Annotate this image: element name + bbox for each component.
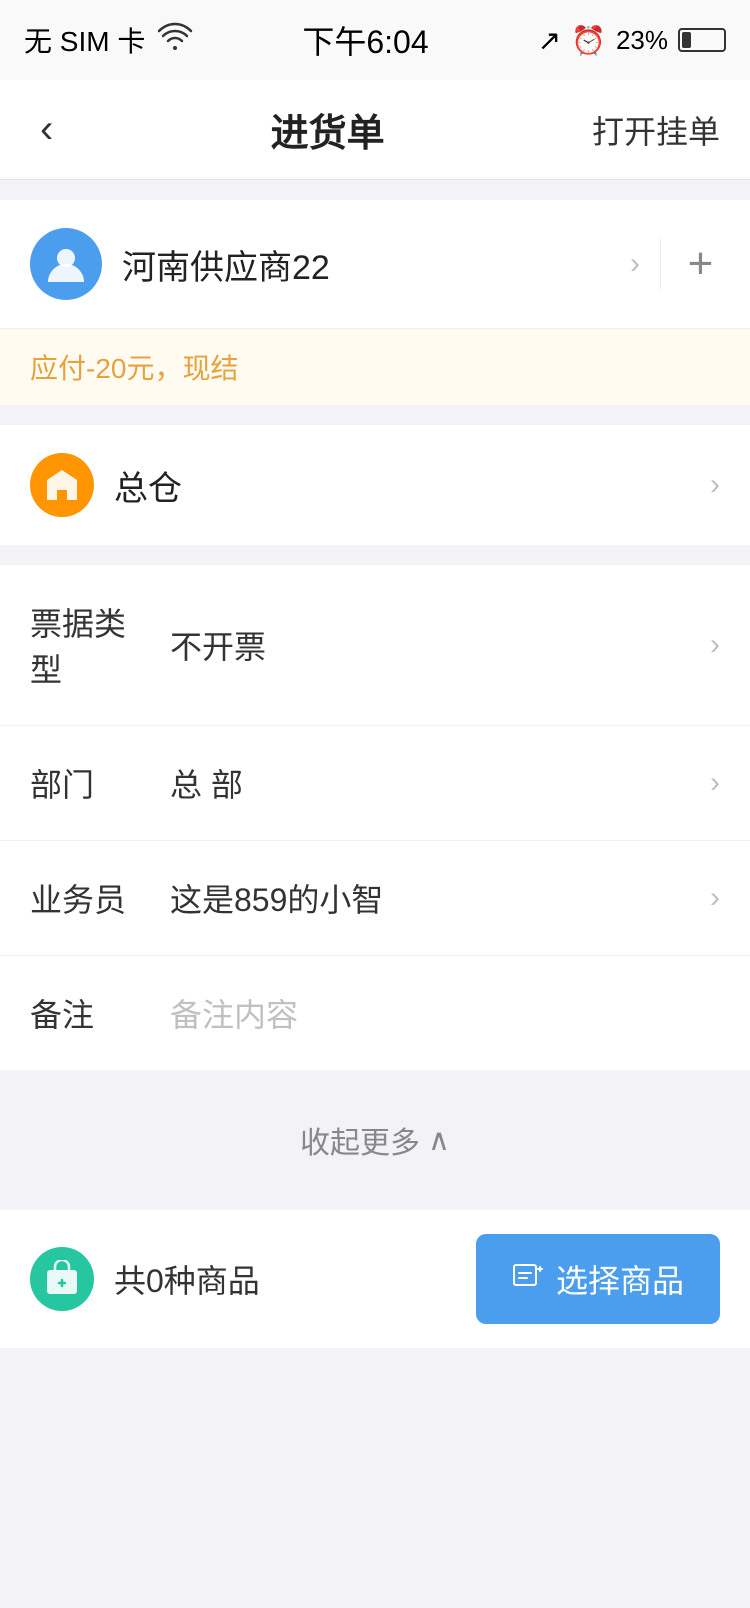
salesperson-row[interactable]: 业务员 这是859的小智 › — [0, 841, 750, 956]
section-divider-1 — [0, 180, 750, 200]
page-title: 进货单 — [271, 102, 385, 157]
salesperson-chevron-icon: › — [710, 881, 720, 915]
supplier-name: 河南供应商22 — [122, 240, 620, 289]
time-label: 下午6:04 — [302, 17, 428, 63]
supplier-avatar — [30, 228, 102, 300]
wifi-icon — [157, 19, 193, 62]
select-product-label: 选择商品 — [556, 1256, 684, 1302]
product-icon — [30, 1247, 94, 1311]
warehouse-chevron-icon: › — [710, 468, 720, 502]
battery-label: 23% — [616, 25, 668, 56]
salesperson-label: 业务员 — [30, 875, 150, 921]
collapse-row[interactable]: 收起更多 ∧ — [0, 1090, 750, 1190]
section-divider-2 — [0, 405, 750, 425]
content-area: 河南供应商22 › + 应付-20元，现结 总仓 › 票据类型 不开票 › — [0, 180, 750, 1608]
department-label: 部门 — [30, 760, 150, 806]
warehouse-card: 总仓 › — [0, 425, 750, 545]
department-row[interactable]: 部门 总 部 › — [0, 726, 750, 841]
invoice-type-row[interactable]: 票据类型 不开票 › — [0, 565, 750, 726]
nav-bar: ‹ 进货单 打开挂单 — [0, 80, 750, 180]
open-pending-button[interactable]: 打开挂单 — [592, 107, 720, 153]
notice-bar: 应付-20元，现结 — [0, 329, 750, 405]
supplier-add-button[interactable]: + — [660, 239, 720, 289]
status-right: ↗ ⏰ 23% — [538, 24, 726, 57]
location-icon: ↗ — [538, 24, 561, 57]
supplier-row[interactable]: 河南供应商22 › + — [0, 200, 750, 329]
select-product-icon — [512, 1259, 544, 1299]
supplier-chevron-icon: › — [630, 247, 640, 281]
department-chevron-icon: › — [710, 766, 720, 800]
warehouse-name: 总仓 — [114, 461, 700, 510]
battery-icon — [678, 28, 726, 52]
invoice-type-value: 不开票 — [150, 622, 700, 668]
notice-text: 应付-20元，现结 — [30, 353, 238, 384]
warehouse-row[interactable]: 总仓 › — [0, 425, 750, 545]
collapse-icon: ∧ — [428, 1123, 450, 1158]
carrier-label: 无 SIM 卡 — [24, 20, 145, 60]
supplier-card: 河南供应商22 › + 应付-20元，现结 — [0, 200, 750, 405]
alarm-icon: ⏰ — [571, 24, 606, 57]
back-button[interactable]: ‹ — [30, 97, 63, 162]
status-bar: 无 SIM 卡 下午6:04 ↗ ⏰ 23% — [0, 0, 750, 80]
invoice-type-label: 票据类型 — [30, 599, 150, 691]
status-left: 无 SIM 卡 — [24, 19, 193, 62]
remarks-label: 备注 — [30, 990, 150, 1036]
remarks-row[interactable]: 备注 备注内容 — [0, 956, 750, 1070]
form-card: 票据类型 不开票 › 部门 总 部 › 业务员 这是859的小智 › 备注 备注… — [0, 565, 750, 1070]
invoice-type-chevron-icon: › — [710, 628, 720, 662]
bottom-gray-area — [0, 1348, 750, 1608]
bottom-bar: 共0种商品 选择商品 — [0, 1210, 750, 1348]
remarks-placeholder[interactable]: 备注内容 — [150, 990, 720, 1036]
select-product-button[interactable]: 选择商品 — [476, 1234, 720, 1324]
department-value: 总 部 — [150, 760, 700, 806]
salesperson-value: 这是859的小智 — [150, 875, 700, 921]
collapse-label: 收起更多 — [300, 1118, 420, 1162]
product-count-label: 共0种商品 — [114, 1256, 476, 1302]
warehouse-icon — [30, 453, 94, 517]
